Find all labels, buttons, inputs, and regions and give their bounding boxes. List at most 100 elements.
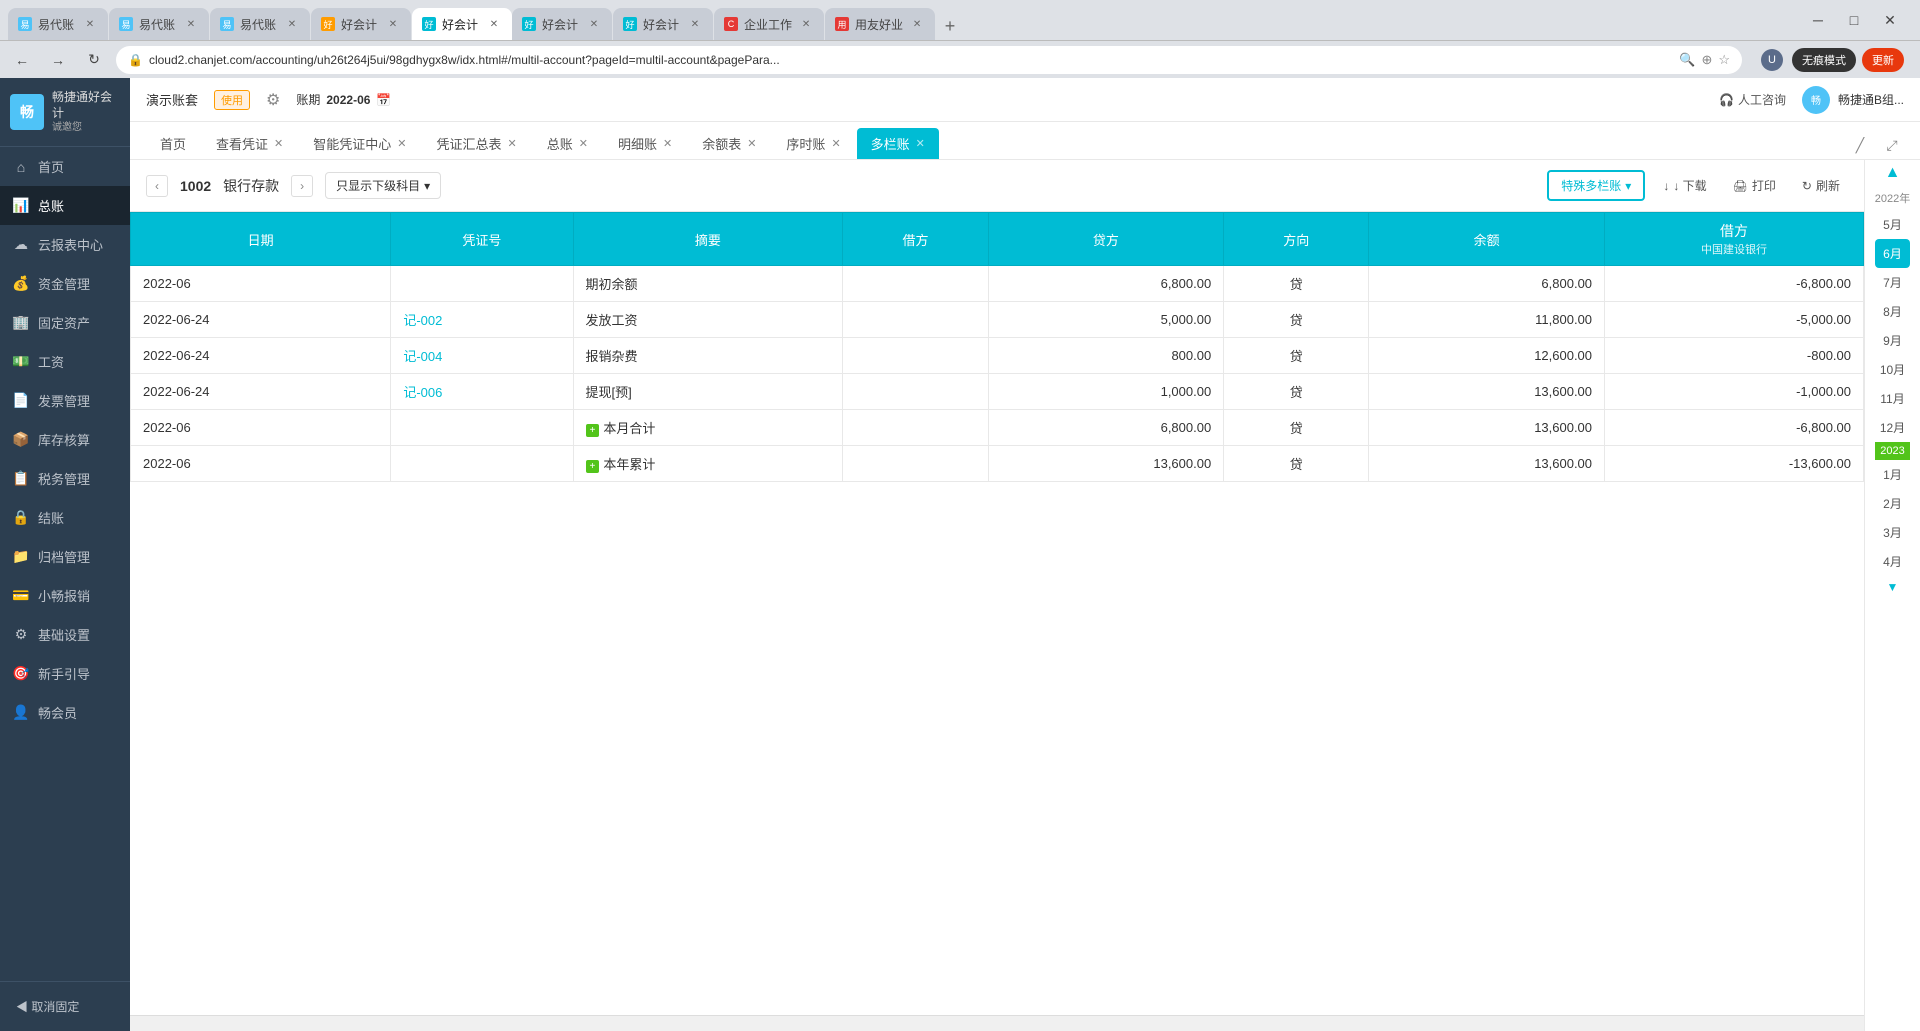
browser-tab-4[interactable]: 好 好会计 ✕ [311, 8, 411, 40]
page-tab-sequence[interactable]: 序时账✕ [772, 128, 854, 159]
update-button[interactable]: 更新 [1862, 48, 1904, 72]
page-tab-close-vouchers[interactable]: ✕ [274, 137, 283, 150]
collapse-panel-button[interactable]: ╱ [1848, 133, 1872, 157]
page-tab-close-general[interactable]: ✕ [579, 137, 588, 150]
settings-icon[interactable]: ⚙ [266, 90, 280, 110]
user-avatar: 畅 [1802, 86, 1830, 114]
calendar-month-2023-4月[interactable]: 4月 [1875, 547, 1910, 576]
browser-tab-1[interactable]: 易 易代账 ✕ [8, 8, 108, 40]
calendar-month-2023-2月[interactable]: 2月 [1875, 489, 1910, 518]
tab-close-button[interactable]: ✕ [284, 16, 300, 32]
sidebar-item-funds[interactable]: 💰 资金管理 [0, 264, 130, 303]
browser-chrome: 易 易代账 ✕ 易 易代账 ✕ 易 易代账 ✕ 好 好会计 ✕ 好 好会计 ✕ … [0, 0, 1920, 40]
tab-close-button[interactable]: ✕ [385, 16, 401, 32]
voucher-link[interactable]: 记-004 [403, 349, 442, 364]
close-window-button[interactable]: ✕ [1876, 6, 1904, 34]
page-tab-close-balance[interactable]: ✕ [747, 137, 756, 150]
tab-close-button[interactable]: ✕ [183, 16, 199, 32]
cell-extra: -6,800.00 [1605, 410, 1864, 446]
restore-window-button[interactable]: □ [1840, 6, 1868, 34]
sidebar-item-close[interactable]: 🔒 结账 [0, 498, 130, 537]
voucher-link[interactable]: 记-006 [403, 385, 442, 400]
sidebar-item-archive[interactable]: 📁 归档管理 [0, 537, 130, 576]
sidebar-item-guide[interactable]: 🎯 新手引导 [0, 654, 130, 693]
cell-credit: 1,000.00 [988, 374, 1224, 410]
sidebar-item-cloud[interactable]: ☁ 云报表中心 [0, 225, 130, 264]
sidebar-item-tax[interactable]: 📋 税务管理 [0, 459, 130, 498]
sidebar-item-member[interactable]: 👤 畅会员 [0, 693, 130, 732]
url-bar[interactable]: 🔒 cloud2.chanjet.com/accounting/uh26t264… [116, 46, 1742, 74]
page-tab-general[interactable]: 总账✕ [533, 128, 602, 159]
page-tab-close-smart[interactable]: ✕ [397, 137, 406, 150]
sidebar-item-home[interactable]: ⌂ 首页 [0, 147, 130, 186]
calendar-month-7月[interactable]: 7月 [1875, 268, 1910, 297]
calendar-month-11月[interactable]: 11月 [1875, 384, 1910, 413]
service-button[interactable]: 🎧 人工咨询 [1719, 91, 1786, 108]
unpin-sidebar-button[interactable]: ◀ 取消固定 [10, 992, 120, 1021]
prev-account-button[interactable]: ‹ [146, 175, 168, 197]
calendar-month-2023-3月[interactable]: 3月 [1875, 518, 1910, 547]
calendar-month-9月[interactable]: 9月 [1875, 326, 1910, 355]
incognito-mode-button[interactable]: 无痕模式 [1792, 48, 1856, 72]
calendar-month-12月[interactable]: 12月 [1875, 413, 1910, 442]
calendar-month-10月[interactable]: 10月 [1875, 355, 1910, 384]
scroll-up-button[interactable]: ▲ [1865, 160, 1920, 186]
sidebar-item-basic[interactable]: ⚙ 基础设置 [0, 615, 130, 654]
refresh-button[interactable]: ↻ 刷新 [1794, 172, 1848, 199]
page-tab-detail[interactable]: 明细账✕ [604, 128, 686, 159]
download-button[interactable]: ↓ ↓ 下载 [1655, 172, 1714, 199]
cell-extra: -800.00 [1605, 338, 1864, 374]
browser-tab-5[interactable]: 好 好会计 ✕ [412, 8, 512, 40]
back-button[interactable]: ← [8, 46, 36, 74]
filter-dropdown[interactable]: 只显示下级科目 ▾ [325, 172, 441, 199]
voucher-link[interactable]: 记-002 [403, 313, 442, 328]
page-tab-smart[interactable]: 智能凭证中心✕ [299, 128, 420, 159]
sidebar-item-invoice[interactable]: 📄 发票管理 [0, 381, 130, 420]
profile-icon[interactable]: U [1758, 46, 1786, 74]
new-tab-button[interactable]: + [936, 12, 964, 40]
forward-button[interactable]: → [44, 46, 72, 74]
browser-tab-6[interactable]: 好 好会计 ✕ [512, 8, 612, 40]
page-tab-close-summary[interactable]: ✕ [508, 137, 517, 150]
page-tab-summary[interactable]: 凭证汇总表✕ [422, 128, 530, 159]
calendar-icon[interactable]: 📅 [376, 93, 391, 107]
calendar-month-6月[interactable]: 6月 [1875, 239, 1910, 268]
sidebar-item-inventory[interactable]: 📦 库存核算 [0, 420, 130, 459]
browser-tab-8[interactable]: C 企业工作 ✕ [714, 8, 824, 40]
tab-favicon: C [724, 17, 738, 31]
browser-tab-7[interactable]: 好 好会计 ✕ [613, 8, 713, 40]
page-tab-balance[interactable]: 余额表✕ [688, 128, 770, 159]
page-tab-vouchers[interactable]: 查看凭证✕ [202, 128, 297, 159]
reload-button[interactable]: ↻ [80, 46, 108, 74]
minimize-window-button[interactable]: ─ [1804, 6, 1832, 34]
tab-close-button[interactable]: ✕ [798, 16, 814, 32]
horizontal-scrollbar[interactable] [130, 1015, 1864, 1031]
page-tab-close-multi[interactable]: ✕ [916, 137, 925, 150]
page-tab-close-sequence[interactable]: ✕ [831, 137, 840, 150]
sidebar-item-assets[interactable]: 🏢 固定资产 [0, 303, 130, 342]
tab-close-button[interactable]: ✕ [687, 16, 703, 32]
calendar-month-5月[interactable]: 5月 [1875, 210, 1910, 239]
special-cols-button[interactable]: 特殊多栏账 ▾ [1547, 170, 1645, 201]
browser-tab-2[interactable]: 易 易代账 ✕ [109, 8, 209, 40]
sidebar-item-ledger[interactable]: 📊 总账 [0, 186, 130, 225]
tab-close-button[interactable]: ✕ [586, 16, 602, 32]
tab-close-button[interactable]: ✕ [486, 16, 502, 32]
page-tab-multi[interactable]: 多栏账✕ [857, 128, 939, 159]
page-tab-home[interactable]: 首页 [146, 128, 200, 159]
tab-close-button[interactable]: ✕ [909, 16, 925, 32]
print-button[interactable]: 🖨 打印 [1725, 172, 1784, 199]
nav-label-basic: 基础设置 [38, 625, 90, 644]
chevron-down-icon: ▾ [424, 179, 430, 193]
browser-tab-9[interactable]: 用 用友好业 ✕ [825, 8, 935, 40]
sidebar-item-salary[interactable]: 💵 工资 [0, 342, 130, 381]
browser-tab-3[interactable]: 易 易代账 ✕ [210, 8, 310, 40]
calendar-month-2023-1月[interactable]: 1月 [1875, 460, 1910, 489]
next-account-button[interactable]: › [291, 175, 313, 197]
scroll-down-button[interactable]: ▼ [1865, 576, 1920, 598]
calendar-month-8月[interactable]: 8月 [1875, 297, 1910, 326]
tab-close-button[interactable]: ✕ [82, 16, 98, 32]
expand-panel-button[interactable]: ⤢ [1880, 133, 1904, 157]
page-tab-close-detail[interactable]: ✕ [663, 137, 672, 150]
sidebar-item-expense[interactable]: 💳 小畅报销 [0, 576, 130, 615]
